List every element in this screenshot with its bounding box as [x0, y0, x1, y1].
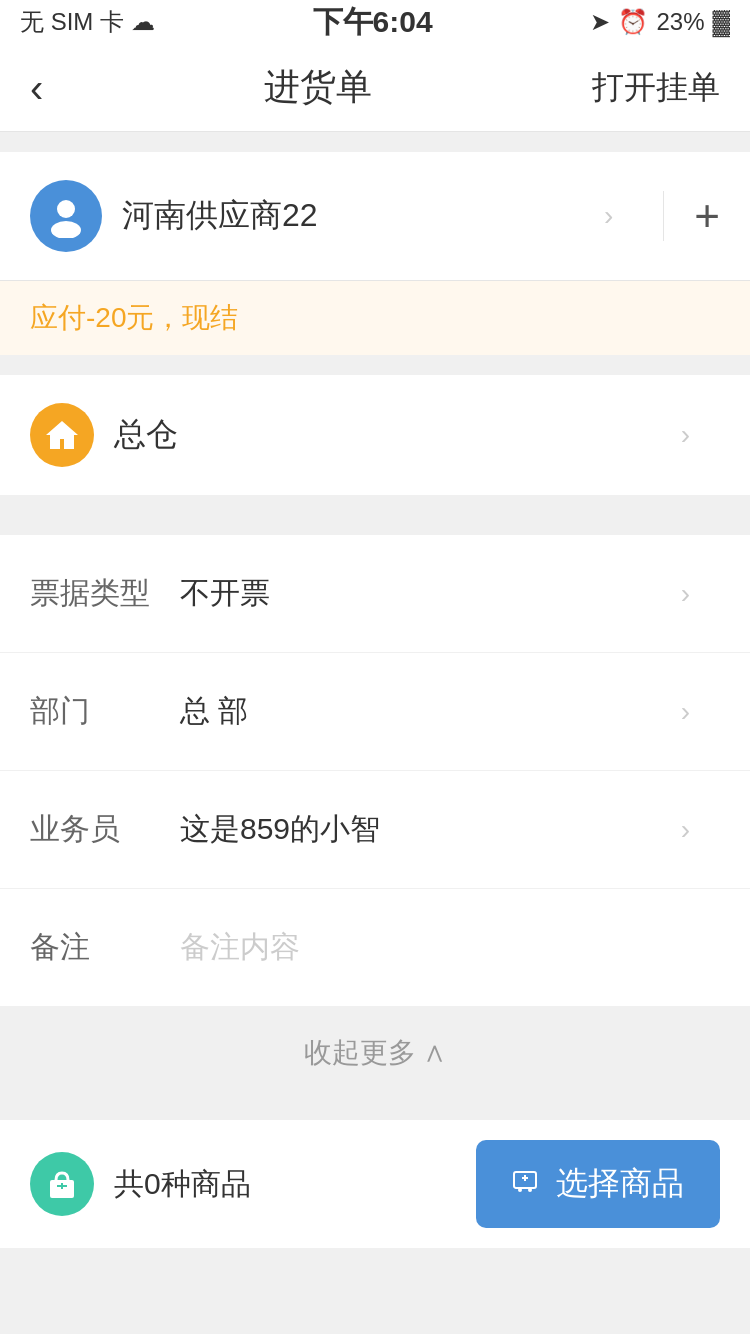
salesperson-label: 业务员 [30, 809, 160, 850]
remark-label: 备注 [30, 927, 160, 968]
select-product-button[interactable]: 选择商品 [476, 1140, 720, 1228]
status-bar-time: 下午6:04 [313, 2, 433, 43]
supplier-chevron-icon: › [604, 200, 613, 232]
top-divider [0, 132, 750, 152]
warehouse-chevron-icon: › [681, 419, 690, 451]
location-icon: ➤ [590, 8, 610, 36]
battery-text: 23% [656, 8, 704, 36]
alarm-icon: ⏰ [618, 8, 648, 36]
supplier-row[interactable]: 河南供应商22 › + [0, 152, 750, 281]
bottom-bar: 共0种商品 选择商品 [0, 1120, 750, 1248]
status-bar-left: 无 SIM 卡 ☁ [20, 6, 155, 38]
open-pending-button[interactable]: 打开挂单 [592, 66, 720, 110]
remark-input[interactable]: 备注内容 [180, 927, 720, 968]
status-bar-right: ➤ ⏰ 23% ▓ [590, 8, 730, 36]
invoice-type-value: 不开票 [180, 573, 681, 614]
salesperson-chevron-icon: › [681, 814, 690, 846]
department-label: 部门 [30, 691, 160, 732]
collapse-row[interactable]: 收起更多 ∧ [0, 1006, 750, 1100]
add-supplier-button[interactable]: + [694, 191, 720, 241]
notice-text: 应付-20元，现结 [30, 302, 238, 333]
product-icon [30, 1152, 94, 1216]
back-button[interactable]: ‹ [30, 68, 43, 108]
svg-marker-2 [46, 421, 78, 449]
warehouse-icon [30, 403, 94, 467]
section-divider-1 [0, 355, 750, 375]
supplier-name: 河南供应商22 [122, 194, 604, 238]
vertical-divider [663, 191, 664, 241]
product-count: 共0种商品 [114, 1164, 456, 1205]
section-divider-2 [0, 495, 750, 515]
svg-point-0 [57, 200, 75, 218]
svg-point-9 [518, 1188, 522, 1192]
select-product-label: 选择商品 [556, 1162, 684, 1206]
house-icon [44, 417, 80, 453]
invoice-type-row[interactable]: 票据类型 不开票 › [0, 535, 750, 653]
section-divider-3 [0, 1100, 750, 1120]
svg-point-10 [528, 1188, 532, 1192]
person-icon [44, 194, 88, 238]
department-value: 总 部 [180, 691, 681, 732]
warehouse-section[interactable]: 总仓 › [0, 375, 750, 495]
status-bar: 无 SIM 卡 ☁ 下午6:04 ➤ ⏰ 23% ▓ [0, 0, 750, 44]
collapse-label: 收起更多 ∧ [304, 1034, 447, 1072]
nav-bar: ‹ 进货单 打开挂单 [0, 44, 750, 132]
invoice-type-chevron-icon: › [681, 578, 690, 610]
form-section: 票据类型 不开票 › 部门 总 部 › 业务员 这是859的小智 › 备注 备注… [0, 535, 750, 1006]
salesperson-row[interactable]: 业务员 这是859的小智 › [0, 771, 750, 889]
notice-bar: 应付-20元，现结 [0, 281, 750, 355]
page-title: 进货单 [264, 63, 372, 112]
department-chevron-icon: › [681, 696, 690, 728]
remark-row[interactable]: 备注 备注内容 [0, 889, 750, 1006]
shopping-bag-icon [44, 1166, 80, 1202]
supplier-avatar [30, 180, 102, 252]
invoice-type-label: 票据类型 [30, 573, 160, 614]
salesperson-value: 这是859的小智 [180, 809, 681, 850]
warehouse-row[interactable]: 总仓 › [0, 375, 750, 495]
supplier-section: 河南供应商22 › + 应付-20元，现结 [0, 152, 750, 355]
battery-icon: ▓ [712, 8, 730, 36]
warehouse-name: 总仓 [114, 413, 681, 457]
svg-point-1 [51, 221, 81, 238]
select-product-icon [512, 1164, 544, 1204]
department-row[interactable]: 部门 总 部 › [0, 653, 750, 771]
